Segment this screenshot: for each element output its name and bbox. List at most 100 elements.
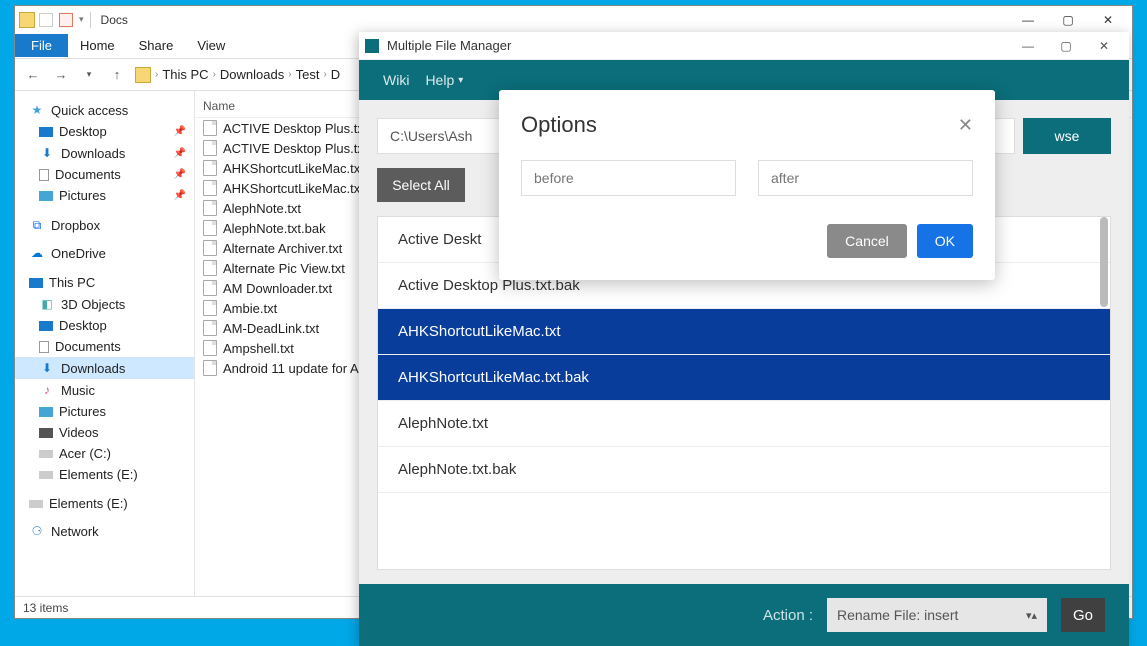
list-item[interactable]: AHKShortcutLikeMac.txt.bak [378,355,1110,401]
nav-documents[interactable]: Documents📌 [15,164,194,185]
text-file-icon [203,340,217,356]
minimize-button[interactable]: — [1008,9,1048,31]
cube-icon: ◧ [39,296,55,312]
nav-documents2[interactable]: Documents [15,336,194,357]
text-file-icon [203,300,217,316]
go-button[interactable]: Go [1061,598,1105,632]
text-file-icon [203,240,217,256]
ok-button[interactable]: OK [917,224,973,258]
text-file-icon [203,220,217,236]
list-item[interactable]: AlephNote.txt.bak [378,447,1110,493]
cloud-icon: ☁ [29,245,45,261]
crumb[interactable]: D [331,67,340,82]
pin-icon: 📌 [174,169,186,180]
status-text: 13 items [23,601,68,615]
select-caret-icon: ▾▴ [1026,609,1037,622]
crumb[interactable]: This PC [162,67,208,82]
menu-help[interactable]: Help▾ [425,72,463,88]
file-name: Ambie.txt [223,301,277,316]
up-button[interactable]: ↑ [107,65,127,85]
music-icon: ♪ [39,382,55,398]
nav-downloads[interactable]: ⬇Downloads📌 [15,142,194,164]
nav-drive-c[interactable]: Acer (C:) [15,443,194,464]
video-icon [39,428,53,438]
close-button[interactable]: ✕ [1088,9,1128,31]
minimize-button[interactable]: — [1009,35,1047,57]
nav-desktop[interactable]: Desktop📌 [15,121,194,142]
options-dialog: Options ✕ Cancel OK [499,90,995,280]
explorer-titlebar: ▾ Docs — ▢ ✕ [15,6,1132,33]
nav-drive-e[interactable]: Elements (E:) [15,464,194,485]
list-item[interactable]: AlephNote.txt [378,401,1110,447]
scrollbar-thumb[interactable] [1100,217,1108,307]
tab-view[interactable]: View [185,34,237,57]
back-button[interactable]: ← [23,65,43,85]
recent-dropdown[interactable]: ▾ [79,65,99,85]
download-icon: ⬇ [39,360,55,376]
dialog-close-button[interactable]: ✕ [958,115,973,136]
forward-button[interactable]: → [51,65,71,85]
nav-dropbox[interactable]: ⧉Dropbox [15,214,194,236]
select-all-button[interactable]: Select All [377,168,465,202]
text-file-icon [203,320,217,336]
crumb[interactable]: Test [296,67,320,82]
quick-access-toolbar: ▾ [39,13,84,27]
nav-onedrive[interactable]: ☁OneDrive [15,242,194,264]
action-select[interactable]: Rename File: insert ▾▴ [827,598,1047,632]
network-icon: ⚆ [29,523,45,539]
tab-share[interactable]: Share [127,34,186,57]
tab-home[interactable]: Home [68,34,127,57]
action-bar: Action : Rename File: insert ▾▴ Go [359,584,1129,646]
before-input[interactable] [521,160,736,196]
qat-dropdown-icon[interactable]: ▾ [79,14,84,25]
crumb[interactable]: Downloads [220,67,284,82]
dropbox-icon: ⧉ [29,217,45,233]
nav-this-pc[interactable]: This PC [15,272,194,293]
text-file-icon [203,140,217,156]
browse-button[interactable]: wse [1023,118,1111,154]
pc-icon [29,278,43,288]
mfm-window: Multiple File Manager — ▢ ✕ Wiki Help▾ C… [359,32,1129,646]
window-title: Docs [101,13,128,27]
pictures-icon [39,191,53,201]
file-name: AlephNote.txt [223,201,301,216]
nav-3d-objects[interactable]: ◧3D Objects [15,293,194,315]
mfm-titlebar: Multiple File Manager — ▢ ✕ [359,32,1129,60]
action-label: Action : [763,607,813,624]
nav-downloads2[interactable]: ⬇Downloads [15,357,194,379]
file-name: AM-DeadLink.txt [223,321,319,336]
close-button[interactable]: ✕ [1085,35,1123,57]
text-file-icon [203,260,217,276]
maximize-button[interactable]: ▢ [1048,9,1088,31]
desktop-icon [39,127,53,137]
nav-videos[interactable]: Videos [15,422,194,443]
dialog-title: Options [521,112,597,138]
list-item[interactable]: AHKShortcutLikeMac.txt [378,309,1110,355]
app-icon [365,39,379,53]
tab-file[interactable]: File [15,34,68,57]
cancel-button[interactable]: Cancel [827,224,907,258]
pin-icon: 📌 [174,148,186,159]
qat-item[interactable] [39,13,53,27]
maximize-button[interactable]: ▢ [1047,35,1085,57]
nav-pictures[interactable]: Pictures📌 [15,185,194,206]
nav-music[interactable]: ♪Music [15,379,194,401]
file-name: Ampshell.txt [223,341,294,356]
folder-icon [19,12,35,28]
pin-icon: 📌 [174,190,186,201]
text-file-icon [203,180,217,196]
nav-elements-drive[interactable]: Elements (E:) [15,493,194,514]
text-file-icon [203,160,217,176]
file-name: AHKShortcutLikeMac.txt [223,161,364,176]
mfm-title: Multiple File Manager [387,38,511,53]
nav-desktop2[interactable]: Desktop [15,315,194,336]
nav-pictures2[interactable]: Pictures [15,401,194,422]
after-input[interactable] [758,160,973,196]
text-file-icon [203,200,217,216]
qat-item[interactable] [59,13,73,27]
nav-quick-access[interactable]: ★Quick access [15,99,194,121]
text-file-icon [203,360,217,376]
menu-wiki[interactable]: Wiki [383,72,409,88]
download-icon: ⬇ [39,145,55,161]
nav-network[interactable]: ⚆Network [15,520,194,542]
